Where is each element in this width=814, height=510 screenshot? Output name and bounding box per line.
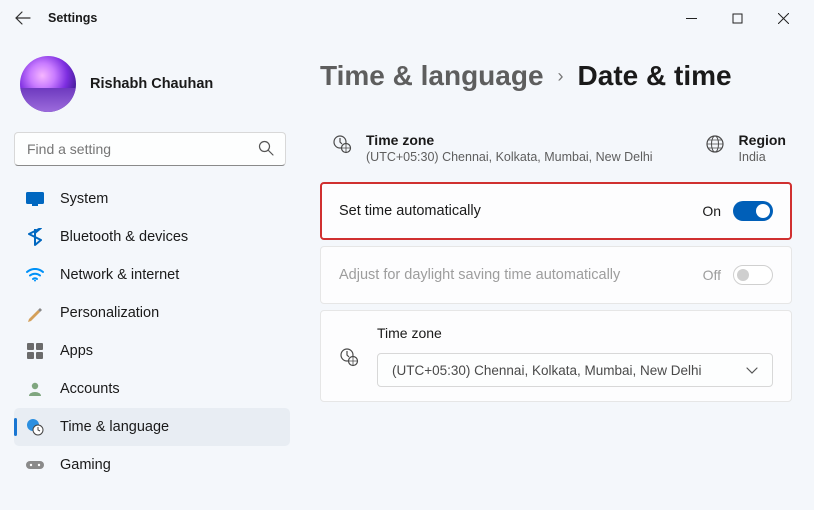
close-icon	[778, 13, 789, 24]
sidebar-item-label: System	[60, 191, 108, 207]
sidebar-item-label: Apps	[60, 343, 93, 359]
wifi-icon	[26, 266, 44, 284]
sidebar-item-apps[interactable]: Apps	[14, 332, 290, 370]
sidebar-item-accounts[interactable]: Accounts	[14, 370, 290, 408]
info-timezone-value: (UTC+05:30) Chennai, Kolkata, Mumbai, Ne…	[366, 150, 653, 164]
sidebar-item-label: Personalization	[60, 305, 159, 321]
apps-icon	[26, 342, 44, 360]
minimize-button[interactable]	[668, 3, 714, 33]
arrow-left-icon	[15, 10, 31, 26]
clock-globe-icon	[332, 134, 352, 154]
setting-timezone: Time zone (UTC+05:30) Chennai, Kolkata, …	[320, 310, 792, 402]
person-icon	[26, 380, 44, 398]
titlebar: Settings	[0, 0, 814, 36]
window-title: Settings	[48, 11, 97, 25]
setting-auto-time: Set time automatically On	[320, 182, 792, 240]
breadcrumb-parent[interactable]: Time & language	[320, 60, 544, 92]
search-box	[14, 132, 286, 166]
brush-icon	[26, 304, 44, 322]
chevron-down-icon	[746, 363, 758, 378]
info-region-value: India	[739, 150, 786, 164]
maximize-icon	[732, 13, 743, 24]
info-region: Region India	[705, 132, 786, 164]
monitor-icon	[26, 190, 44, 208]
sidebar-item-bluetooth[interactable]: Bluetooth & devices	[14, 218, 290, 256]
profile-name: Rishabh Chauhan	[90, 76, 213, 92]
clock-globe-icon	[339, 347, 359, 367]
setting-dst-label: Adjust for daylight saving time automati…	[339, 267, 620, 283]
setting-auto-time-label: Set time automatically	[339, 203, 481, 219]
chevron-right-icon: ›	[558, 66, 564, 87]
sidebar-item-system[interactable]: System	[14, 180, 290, 218]
search-input[interactable]	[14, 132, 286, 166]
toggle-state-text: On	[702, 203, 721, 219]
maximize-button[interactable]	[714, 3, 760, 33]
breadcrumb: Time & language › Date & time	[320, 60, 792, 92]
sidebar-item-label: Bluetooth & devices	[60, 229, 188, 245]
sidebar-item-label: Accounts	[60, 381, 120, 397]
back-button[interactable]	[14, 9, 32, 27]
info-timezone: Time zone (UTC+05:30) Chennai, Kolkata, …	[332, 132, 653, 164]
minimize-icon	[686, 13, 697, 24]
search-icon	[258, 140, 274, 161]
info-row: Time zone (UTC+05:30) Chennai, Kolkata, …	[320, 132, 792, 182]
timezone-dropdown-value: (UTC+05:30) Chennai, Kolkata, Mumbai, Ne…	[392, 363, 702, 378]
nav-list: System Bluetooth & devices Network & int…	[14, 180, 290, 484]
avatar	[20, 56, 76, 112]
timezone-dropdown[interactable]: (UTC+05:30) Chennai, Kolkata, Mumbai, Ne…	[377, 353, 773, 387]
auto-time-toggle[interactable]	[733, 201, 773, 221]
gamepad-icon	[26, 456, 44, 474]
profile-block[interactable]: Rishabh Chauhan	[14, 52, 290, 128]
sidebar: Rishabh Chauhan System Bluetooth & devic…	[0, 36, 298, 510]
globe-icon	[705, 134, 725, 154]
sidebar-item-time-language[interactable]: Time & language	[14, 408, 290, 446]
toggle-state-text: Off	[703, 267, 721, 283]
info-region-title: Region	[739, 132, 786, 148]
setting-dst: Adjust for daylight saving time automati…	[320, 246, 792, 304]
sidebar-item-gaming[interactable]: Gaming	[14, 446, 290, 484]
breadcrumb-current: Date & time	[578, 60, 732, 92]
sidebar-item-network[interactable]: Network & internet	[14, 256, 290, 294]
sidebar-item-label: Network & internet	[60, 267, 179, 283]
bluetooth-icon	[26, 228, 44, 246]
sidebar-item-label: Time & language	[60, 419, 169, 435]
info-timezone-title: Time zone	[366, 132, 653, 148]
close-button[interactable]	[760, 3, 806, 33]
sidebar-item-label: Gaming	[60, 457, 111, 473]
content-pane: Time & language › Date & time Time zone …	[298, 36, 814, 510]
clock-globe-icon	[26, 418, 44, 436]
dst-toggle	[733, 265, 773, 285]
sidebar-item-personalization[interactable]: Personalization	[14, 294, 290, 332]
timezone-select-label: Time zone	[377, 325, 773, 341]
